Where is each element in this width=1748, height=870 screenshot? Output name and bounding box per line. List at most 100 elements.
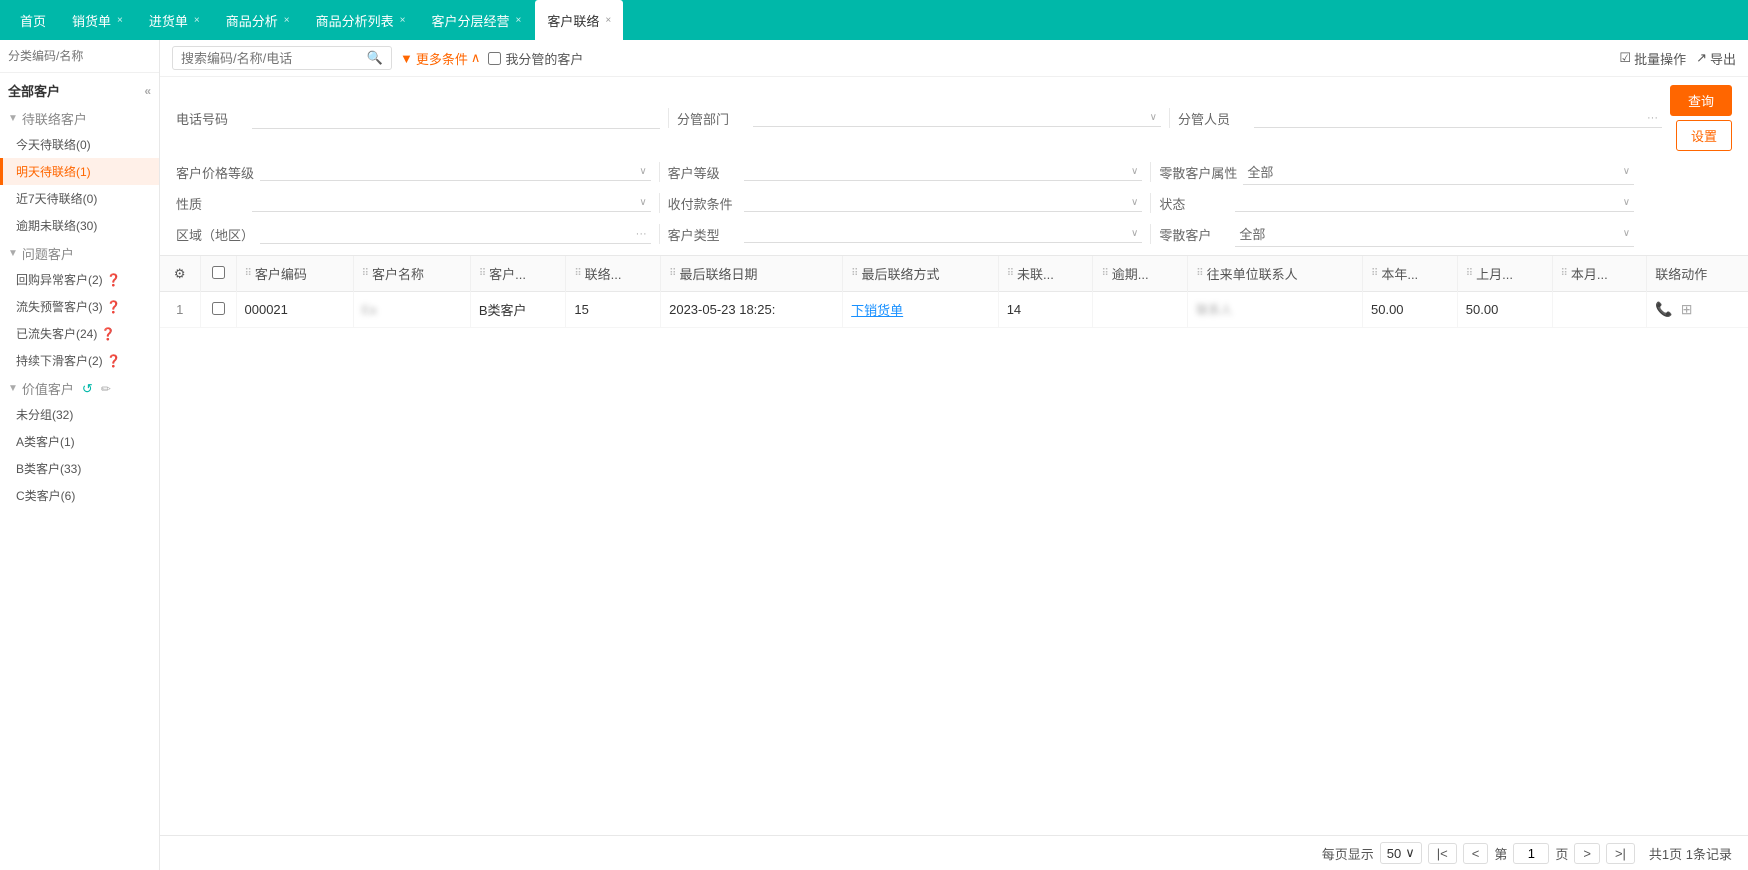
table-row: 1 000021 Ea B类客户 15 2023-05-23 18:25: 下销… — [160, 292, 1748, 328]
retail-attr-label: 零散客户属性 — [1159, 163, 1237, 182]
row-last-contact-method[interactable]: 下销货单 — [843, 292, 999, 328]
nav-purchase-order[interactable]: 进货单 × — [137, 0, 212, 40]
filter-row-1: 电话号码 分管部门 ∨ 分管人员 ··· — [176, 85, 1732, 151]
row-name: Ea — [353, 292, 470, 328]
my-customers-check[interactable] — [488, 52, 501, 65]
person-select[interactable]: ··· — [1254, 109, 1662, 128]
export-icon: ↗ — [1696, 50, 1707, 66]
row-select-checkbox[interactable] — [212, 302, 225, 315]
main-search-icon[interactable]: 🔍 — [367, 50, 383, 66]
more-conditions-btn[interactable]: ▼ 更多条件 ∧ — [400, 49, 480, 68]
retail-customer-chevron: ∨ — [1623, 228, 1630, 239]
retail-attr-chevron: ∨ — [1623, 166, 1630, 177]
row-last-contact-date: 2023-05-23 18:25: — [661, 292, 843, 328]
collapse-icon[interactable]: « — [144, 84, 151, 98]
sidebar-item-overdue[interactable]: 逾期未联络(30) — [0, 212, 159, 239]
price-level-select[interactable]: ∨ — [260, 163, 651, 181]
settings-button[interactable]: 设置 — [1676, 120, 1732, 151]
select-all-checkbox[interactable] — [212, 266, 225, 279]
page-last-btn[interactable]: >| — [1606, 843, 1635, 864]
sidebar-item-7days[interactable]: 近7天待联络(0) — [0, 185, 159, 212]
nav-home[interactable]: 首页 — [8, 0, 58, 40]
phone-action-icon[interactable]: 📞 — [1655, 301, 1672, 318]
refresh-icon[interactable]: ↺ — [82, 381, 93, 397]
customer-type-label: 客户类型 — [668, 225, 738, 244]
nav-sales-order-close[interactable]: × — [117, 15, 123, 26]
sidebar-item-class-a[interactable]: A类客户(1) — [0, 428, 159, 455]
main-search-input[interactable] — [181, 51, 363, 66]
retail-customer-label: 零散客户 — [1159, 225, 1229, 244]
sidebar-group-pending: ▼ 待联络客户 — [0, 104, 159, 131]
nature-label: 性质 — [176, 194, 246, 213]
export-button[interactable]: ↗ 导出 — [1696, 49, 1736, 68]
row-code: 000021 — [236, 292, 353, 328]
th-type: ⠿客户... — [470, 256, 566, 292]
retail-attr-select[interactable]: 全部 ∨ — [1243, 159, 1634, 185]
group-value-label: 价值客户 — [22, 379, 74, 398]
filter-payment-terms: 收付款条件 ∨ — [668, 194, 1143, 213]
region-label: 区域（地区） — [176, 225, 254, 244]
sidebar-item-abnormal[interactable]: 回购异常客户(2) ❓ — [0, 266, 159, 293]
batch-op-button[interactable]: ☑ 批量操作 — [1619, 49, 1686, 68]
customer-table: ⚙ ⠿客户编码 ⠿客户名称 ⠿客户... ⠿联络... ⠿最后联络日期 ⠿最后联… — [160, 256, 1748, 328]
nav-customer-segment[interactable]: 客户分层经营 × — [419, 0, 533, 40]
th-overdue: ⠿逾期... — [1093, 256, 1188, 292]
sidebar-item-class-b[interactable]: B类客户(33) — [0, 455, 159, 482]
filter-row-4: 区域（地区） ··· 客户类型 ∨ 零散客户 — [176, 221, 1732, 247]
sidebar-item-declining[interactable]: 持续下滑客户(2) ❓ — [0, 347, 159, 374]
nav-product-analysis-list[interactable]: 商品分析列表 × — [304, 0, 418, 40]
page-label: 第 — [1494, 844, 1507, 863]
my-customers-checkbox[interactable]: 我分管的客户 — [488, 49, 583, 68]
page-prev-btn[interactable]: < — [1463, 843, 1489, 864]
nav-product-analysis-close[interactable]: × — [284, 15, 290, 26]
page-next-btn[interactable]: > — [1574, 843, 1600, 864]
checkbox-icon: ☑ — [1619, 50, 1631, 66]
dept-select[interactable]: ∨ — [753, 109, 1161, 127]
nav-customer-contact[interactable]: 客户联络 × — [535, 0, 623, 40]
payment-terms-select[interactable]: ∨ — [744, 194, 1143, 212]
edit-icon[interactable]: ✏ — [101, 382, 111, 396]
nav-sales-order[interactable]: 销货单 × — [60, 0, 135, 40]
group-pending-label: 待联络客户 — [22, 109, 87, 128]
top-navigation: 首页 销货单 × 进货单 × 商品分析 × 商品分析列表 × 客户分层经营 × … — [0, 0, 1748, 40]
phone-input[interactable] — [252, 107, 660, 129]
row-checkbox[interactable] — [200, 292, 236, 328]
region-select[interactable]: ··· — [260, 225, 651, 244]
page-number-input[interactable] — [1513, 843, 1549, 864]
page-first-btn[interactable]: |< — [1428, 843, 1457, 864]
sidebar-item-churned[interactable]: 已流失客户(24) ❓ — [0, 320, 159, 347]
th-checkbox[interactable] — [200, 256, 236, 292]
status-select[interactable]: ∨ — [1235, 194, 1634, 212]
region-dots: ··· — [636, 228, 647, 240]
nature-select[interactable]: ∨ — [252, 194, 651, 212]
sidebar-item-class-c[interactable]: C类客户(6) — [0, 482, 159, 509]
th-last-contact-method: ⠿最后联络方式 — [843, 256, 999, 292]
th-settings[interactable]: ⚙ — [160, 256, 200, 292]
pagination-bar: 每页显示 50 ∨ |< < 第 页 > >| 共1页 1条记录 — [160, 835, 1748, 870]
sidebar-item-churn-warning[interactable]: 流失预警客户(3) ❓ — [0, 293, 159, 320]
nav-purchase-order-close[interactable]: × — [194, 15, 200, 26]
th-code: ⠿客户编码 — [236, 256, 353, 292]
price-level-chevron: ∨ — [639, 166, 646, 177]
nav-customer-segment-close[interactable]: × — [515, 15, 521, 26]
nav-product-analysis[interactable]: 商品分析 × — [214, 0, 302, 40]
per-page-select[interactable]: 50 ∨ — [1380, 842, 1422, 864]
sidebar-item-ungrouped[interactable]: 未分组(32) — [0, 401, 159, 428]
filter-retail-attr: 零散客户属性 全部 ∨ — [1159, 159, 1634, 185]
filter-row-3: 性质 ∨ 收付款条件 ∨ 状态 — [176, 193, 1732, 213]
sidebar-item-tomorrow[interactable]: 明天待联络(1) — [0, 158, 159, 185]
dept-chevron: ∨ — [1150, 112, 1157, 123]
expand-icon3: ▼ — [8, 383, 18, 394]
grid-action-icon[interactable]: ⊞ — [1681, 301, 1693, 318]
customer-level-select[interactable]: ∨ — [744, 163, 1143, 181]
nav-customer-contact-close[interactable]: × — [605, 15, 611, 26]
phone-label: 电话号码 — [176, 109, 246, 128]
expand-icon2: ▼ — [8, 248, 18, 259]
retail-customer-select[interactable]: 全部 ∨ — [1235, 221, 1634, 247]
nav-product-analysis-list-close[interactable]: × — [400, 15, 406, 26]
content-area: 🔍 ▼ 更多条件 ∧ 我分管的客户 ☑ 批量操作 ↗ 导出 — [160, 40, 1748, 870]
sidebar-item-today[interactable]: 今天待联络(0) — [0, 131, 159, 158]
sidebar-search-input[interactable] — [8, 49, 160, 63]
customer-type-select[interactable]: ∨ — [744, 225, 1143, 243]
query-button[interactable]: 查询 — [1670, 85, 1732, 116]
